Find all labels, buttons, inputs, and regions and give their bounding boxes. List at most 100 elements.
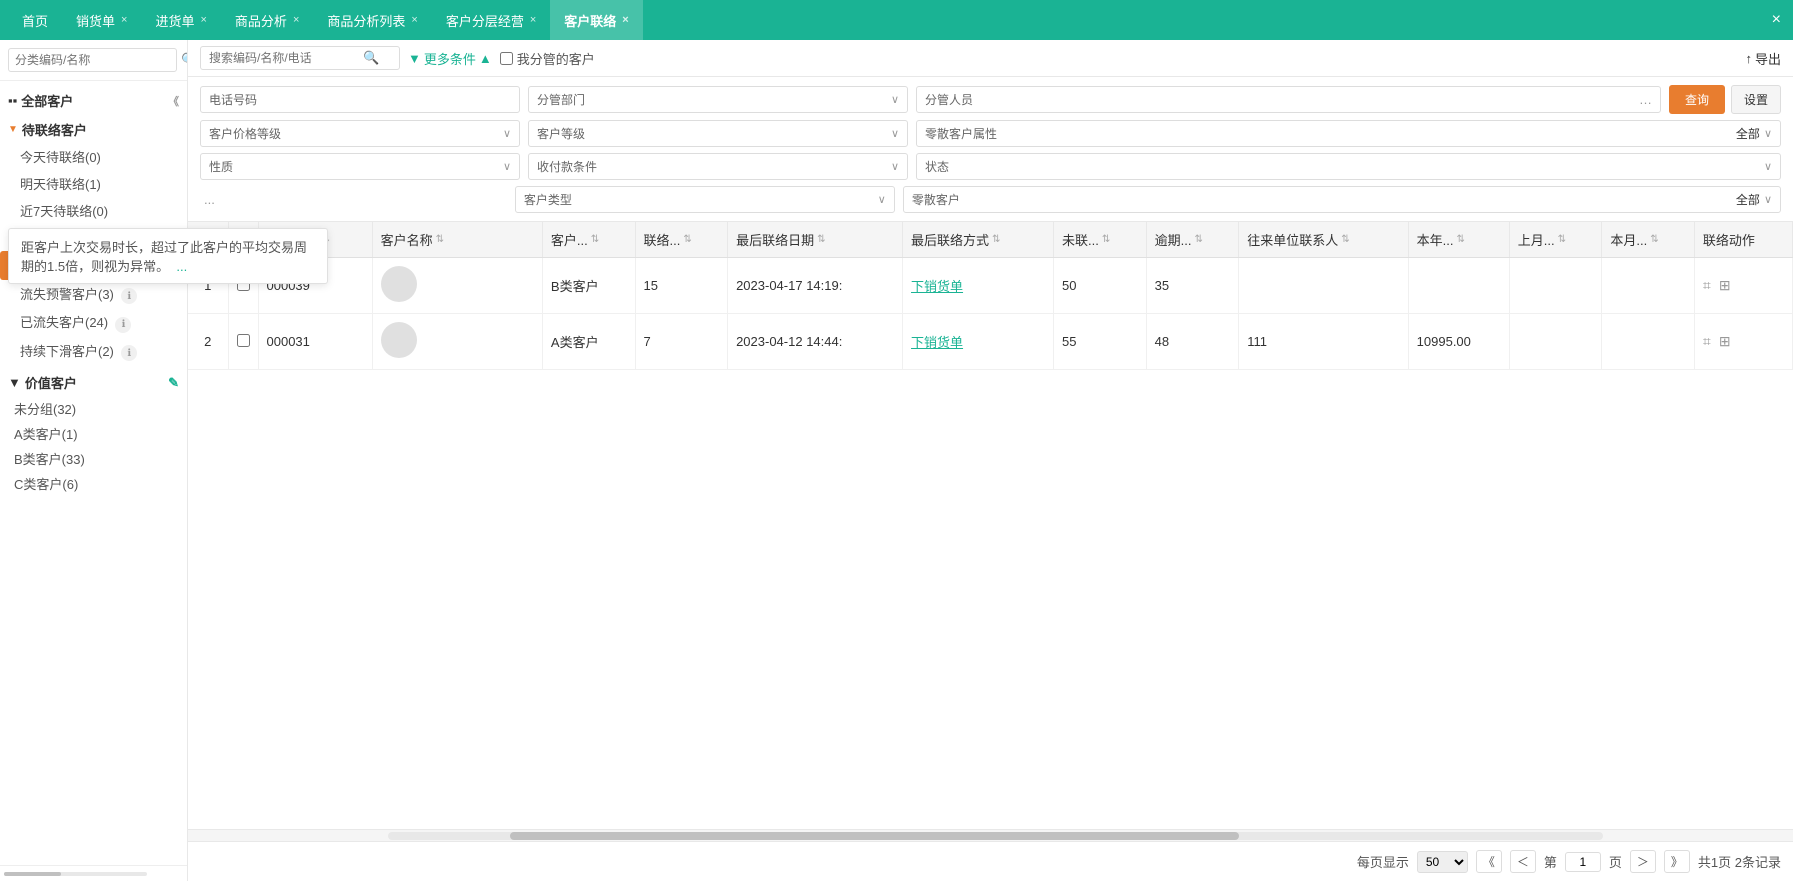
th-customer-level[interactable]: 客户... ⇅	[542, 222, 635, 258]
nav-customer-contact[interactable]: 客户联络 ×	[550, 0, 642, 40]
next-page-button[interactable]: ＞	[1630, 850, 1656, 873]
chevron-down-icon: ∨	[891, 127, 899, 140]
row-last-month	[1509, 258, 1602, 314]
th-overdue[interactable]: 逾期... ⇅	[1146, 222, 1239, 258]
grid-action-icon[interactable]: ⊞	[1719, 277, 1731, 294]
th-last-contact-method[interactable]: 最后联络方式 ⇅	[903, 222, 1054, 258]
last-page-button[interactable]: 》	[1664, 850, 1690, 873]
th-this-year[interactable]: 本年... ⇅	[1408, 222, 1509, 258]
link-action-icon[interactable]: ⌗	[1703, 277, 1711, 294]
department-field[interactable]: 分管部门 ∨	[528, 86, 908, 113]
nav-product-analysis-list[interactable]: 商品分析列表 ×	[313, 0, 431, 40]
scatter-customer-field[interactable]: 零散客户 全部 ∨	[903, 186, 1781, 213]
sidebar-item-7days-pending[interactable]: 近7天待联络(0)	[0, 197, 187, 224]
th-contact-count[interactable]: 联络... ⇅	[635, 222, 728, 258]
my-customers-checkbox[interactable]	[500, 52, 513, 65]
sort-icon: ⇅	[817, 234, 825, 245]
sidebar-search-input[interactable]	[8, 48, 177, 72]
sort-icon: ⇅	[1558, 234, 1566, 245]
main-search-input[interactable]	[209, 51, 359, 65]
chevron-down-icon: ∨	[878, 193, 886, 206]
sidebar-item-ungrouped[interactable]: 未分组(32)	[0, 396, 187, 421]
info-icon: ℹ	[121, 288, 137, 304]
sidebar-item-churned[interactable]: 已流失客户(24) ℹ	[0, 308, 187, 337]
row-last-contact-method[interactable]: 下销货单	[903, 258, 1054, 314]
nav-customer-tiers[interactable]: 客户分层经营 ×	[432, 0, 550, 40]
total-records-label: 共1页 2条记录	[1698, 852, 1781, 871]
row-num: 2	[188, 314, 228, 370]
th-last-month[interactable]: 上月... ⇅	[1509, 222, 1602, 258]
close-icon[interactable]: ×	[121, 14, 127, 26]
page-size-select[interactable]: 50 20 100	[1417, 851, 1468, 873]
collapse-button[interactable]: 《	[168, 93, 179, 109]
row-actions: ⌗ ⊞	[1694, 258, 1792, 314]
row-checkbox[interactable]	[237, 334, 250, 347]
close-icon[interactable]: ×	[622, 14, 628, 26]
sidebar-item-class-b[interactable]: B类客户(33)	[0, 446, 187, 471]
top-navigation: 首页 销货单 × 进货单 × 商品分析 × 商品分析列表 × 客户分层经营 × …	[0, 0, 1793, 40]
page-number-input[interactable]	[1565, 852, 1601, 872]
prev-page-button[interactable]: ＜	[1510, 850, 1536, 873]
window-close-button[interactable]: ×	[1772, 11, 1781, 29]
nav-sales-order[interactable]: 销货单 ×	[62, 0, 141, 40]
scrollbar-track	[388, 832, 1603, 840]
payment-field[interactable]: 收付款条件 ∨	[528, 153, 908, 180]
phone-field[interactable]: 电话号码	[200, 86, 520, 113]
sidebar-item-class-a[interactable]: A类客户(1)	[0, 421, 187, 446]
sort-icon: ⇅	[683, 234, 691, 245]
more-icon[interactable]: …	[1639, 92, 1652, 107]
manager-field[interactable]: 分管人员 …	[916, 86, 1661, 113]
nav-home[interactable]: 首页	[8, 0, 62, 40]
sidebar-item-class-c[interactable]: C类客户(6)	[0, 471, 187, 496]
sidebar-section-value-customers[interactable]: ▼ 价值客户 ✎	[0, 369, 187, 396]
close-icon[interactable]: ×	[411, 14, 417, 26]
sidebar-scroll-area	[0, 865, 187, 881]
th-this-month[interactable]: 本月... ⇅	[1602, 222, 1695, 258]
row-customer-code: 000031	[258, 314, 372, 370]
status-field[interactable]: 状态 ∨	[916, 153, 1781, 180]
nav-product-analysis[interactable]: 商品分析 ×	[221, 0, 313, 40]
row-overdue: 35	[1146, 258, 1239, 314]
sidebar-item-today-pending[interactable]: 今天待联络(0)	[0, 143, 187, 170]
close-icon[interactable]: ×	[530, 14, 536, 26]
scrollbar-thumb[interactable]	[510, 832, 1239, 840]
row-customer-name	[372, 314, 542, 370]
page-size-label: 每页显示	[1357, 852, 1409, 871]
query-button[interactable]: 查询	[1669, 85, 1725, 114]
edit-icon[interactable]: ✎	[168, 375, 179, 391]
th-last-contact-date[interactable]: 最后联络日期 ⇅	[728, 222, 903, 258]
close-icon[interactable]: ×	[293, 14, 299, 26]
th-unit-contacts[interactable]: 往来单位联系人 ⇅	[1239, 222, 1408, 258]
scatter-attr-field[interactable]: 零散客户属性 全部 ∨	[916, 120, 1781, 147]
row-checkbox-cell[interactable]	[228, 314, 258, 370]
row-last-contact-method[interactable]: 下销货单	[903, 314, 1054, 370]
th-uncontacted[interactable]: 未联... ⇅	[1054, 222, 1147, 258]
expand-filters-button[interactable]: ...	[200, 188, 219, 211]
sidebar-root-all-customers[interactable]: ▪▪ 全部客户 《	[0, 85, 187, 116]
setting-button[interactable]: 设置	[1731, 85, 1781, 114]
horizontal-scrollbar[interactable]	[188, 829, 1793, 841]
row-this-year: 10995.00	[1408, 314, 1509, 370]
nature-field[interactable]: 性质 ∨	[200, 153, 520, 180]
more-conditions-button[interactable]: ▼ 更多条件 ▲	[408, 49, 492, 68]
first-page-button[interactable]: 《	[1476, 850, 1502, 873]
chevron-down-icon: ∨	[1764, 193, 1772, 206]
sidebar-item-declining[interactable]: 持续下滑客户(2) ℹ	[0, 337, 187, 366]
info-icon: ℹ	[121, 345, 137, 361]
sidebar-item-tomorrow-pending[interactable]: 明天待联络(1)	[0, 170, 187, 197]
nav-purchase-order[interactable]: 进货单 ×	[141, 0, 220, 40]
sidebar-section-pending[interactable]: ▼ 待联络客户	[0, 116, 187, 143]
info-icon: ℹ	[115, 317, 131, 333]
close-icon[interactable]: ×	[200, 14, 206, 26]
price-level-field[interactable]: 客户价格等级 ∨	[200, 120, 520, 147]
customer-level-field[interactable]: 客户等级 ∨	[528, 120, 908, 147]
th-customer-name[interactable]: 客户名称 ⇅	[372, 222, 542, 258]
customer-type-field[interactable]: 客户类型 ∨	[515, 186, 895, 213]
grid-action-icon[interactable]: ⊞	[1719, 333, 1731, 350]
export-button[interactable]: ↑ 导出	[1745, 49, 1781, 68]
row-this-year	[1408, 258, 1509, 314]
search-icon[interactable]: 🔍	[363, 50, 379, 66]
link-action-icon[interactable]: ⌗	[1703, 333, 1711, 350]
sidebar-tree: ▪▪ 全部客户 《 ▼ 待联络客户 今天待联络(0) 明天待联络(1) 近7天待…	[0, 81, 187, 865]
sidebar-search-icon[interactable]: 🔍	[181, 52, 188, 68]
